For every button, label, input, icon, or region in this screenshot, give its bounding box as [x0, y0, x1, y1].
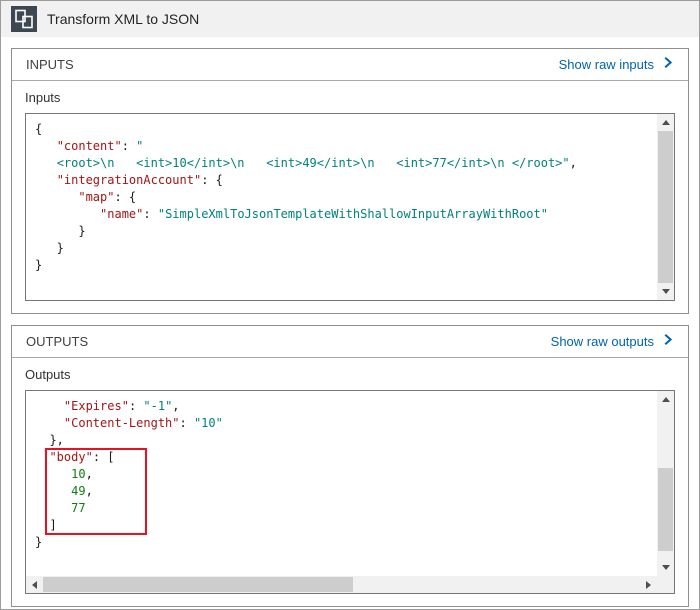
code-line: "content": ": [35, 138, 648, 155]
outputs-code: "Expires": "-1", "Content-Length": "10" …: [26, 391, 657, 576]
horizontal-scroll-track[interactable]: [43, 576, 640, 593]
code-line: "body": [: [35, 449, 648, 466]
code-line: 10,: [35, 466, 648, 483]
code-line: 49,: [35, 483, 648, 500]
code-line: "Expires": "-1",: [35, 398, 648, 415]
scroll-right-button[interactable]: [640, 576, 657, 593]
inputs-section-header: INPUTS Show raw inputs: [12, 49, 688, 81]
code-line: <root>\n <int>10</int>\n <int>49</int>\n…: [35, 155, 648, 172]
action-header[interactable]: Transform XML to JSON: [1, 1, 699, 37]
show-raw-outputs-link[interactable]: Show raw outputs: [551, 333, 674, 350]
inputs-vertical-scrollbar[interactable]: [657, 114, 674, 300]
vertical-scroll-track[interactable]: [657, 408, 674, 559]
outputs-code-viewer[interactable]: "Expires": "-1", "Content-Length": "10" …: [25, 390, 675, 594]
code-line: }: [35, 534, 648, 551]
chevron-right-icon: [661, 56, 674, 73]
transform-action-card: Transform XML to JSON INPUTS Show raw in…: [0, 0, 700, 610]
scroll-down-button[interactable]: [657, 283, 674, 300]
code-line: }: [35, 240, 648, 257]
outputs-panel-title: OUTPUTS: [26, 334, 88, 350]
show-raw-inputs-label: Show raw inputs: [559, 57, 654, 73]
show-raw-outputs-label: Show raw outputs: [551, 334, 654, 350]
transform-xml-to-json-icon: [11, 6, 37, 32]
code-line: {: [35, 121, 648, 138]
show-raw-inputs-link[interactable]: Show raw inputs: [559, 56, 674, 73]
inputs-panel-title: INPUTS: [26, 57, 74, 73]
code-line: }: [35, 257, 648, 274]
outputs-panel-body: Outputs "Expires": "-1", "Content-Length…: [12, 358, 688, 606]
outputs-section-header: OUTPUTS Show raw outputs: [12, 326, 688, 358]
inputs-code-viewer[interactable]: { "content": " <root>\n <int>10</int>\n …: [25, 113, 675, 301]
code-line: "Content-Length": "10": [35, 415, 648, 432]
inputs-panel-body: Inputs { "content": " <root>\n <int>10</…: [12, 81, 688, 313]
right-arrow-icon: [646, 581, 651, 589]
code-line: },: [35, 432, 648, 449]
action-title: Transform XML to JSON: [47, 11, 199, 27]
inputs-label: Inputs: [25, 90, 675, 106]
scroll-down-button[interactable]: [657, 559, 674, 576]
vertical-scroll-track[interactable]: [657, 131, 674, 283]
chevron-right-icon: [661, 333, 674, 350]
left-arrow-icon: [32, 581, 37, 589]
code-line: "integrationAccount": {: [35, 172, 648, 189]
code-line: }: [35, 223, 648, 240]
code-line: "map": {: [35, 189, 648, 206]
code-line: "name": "SimpleXmlToJsonTemplateWithShal…: [35, 206, 648, 223]
outputs-horizontal-scrollbar[interactable]: [26, 576, 657, 593]
inputs-section: INPUTS Show raw inputs Inputs { "content…: [11, 48, 689, 314]
horizontal-scroll-thumb[interactable]: [43, 577, 353, 592]
down-arrow-icon: [662, 289, 670, 294]
up-arrow-icon: [662, 397, 670, 402]
scroll-up-button[interactable]: [657, 391, 674, 408]
scrollbar-corner: [657, 576, 674, 593]
code-line: ]: [35, 517, 648, 534]
outputs-label: Outputs: [25, 367, 675, 383]
up-arrow-icon: [662, 120, 670, 125]
scroll-up-button[interactable]: [657, 114, 674, 131]
outputs-vertical-scrollbar[interactable]: [657, 391, 674, 576]
code-line: 77: [35, 500, 648, 517]
scroll-left-button[interactable]: [26, 576, 43, 593]
vertical-scroll-thumb[interactable]: [658, 131, 673, 283]
inputs-code: { "content": " <root>\n <int>10</int>\n …: [26, 114, 657, 300]
vertical-scroll-thumb[interactable]: [658, 468, 673, 551]
outputs-section: OUTPUTS Show raw outputs Outputs "Expire…: [11, 325, 689, 607]
down-arrow-icon: [662, 565, 670, 570]
